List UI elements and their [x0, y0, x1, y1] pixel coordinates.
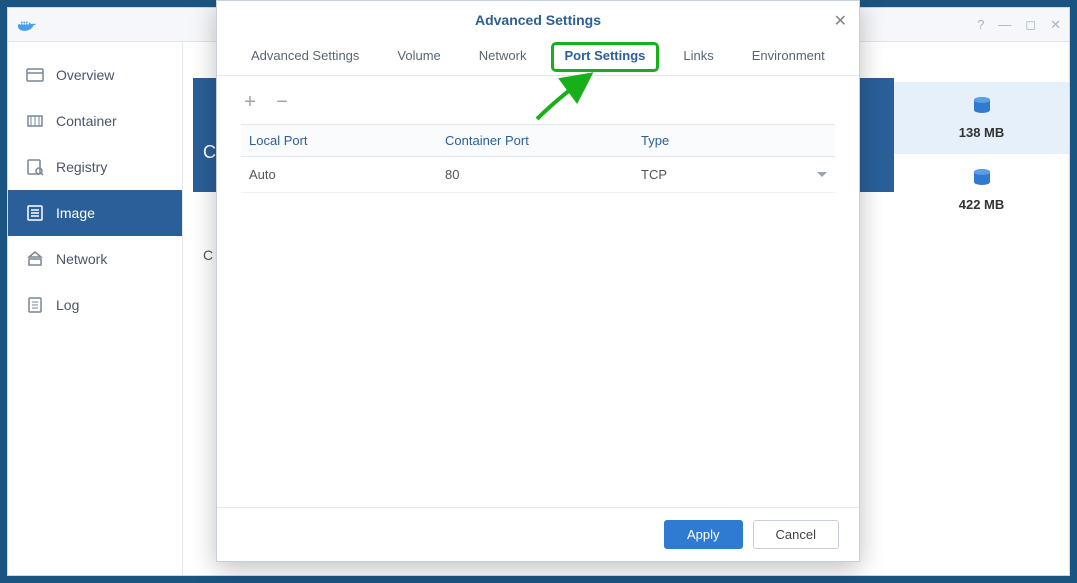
overview-icon: [26, 66, 44, 84]
dialog-footer: Apply Cancel: [217, 507, 859, 561]
tab-volume[interactable]: Volume: [379, 34, 458, 75]
sidebar-item-label: Image: [56, 205, 95, 221]
tab-links[interactable]: Links: [665, 34, 731, 75]
chevron-down-icon: [817, 172, 827, 177]
dialog-title: Advanced Settings ✕: [217, 1, 859, 34]
log-icon: [26, 296, 44, 314]
tab-environment[interactable]: Environment: [734, 34, 843, 75]
port-settings-table: Local Port Container Port Type Auto 80 T…: [241, 124, 835, 193]
maximize-button[interactable]: ◻: [1025, 17, 1036, 33]
sidebar-item-log[interactable]: Log: [8, 282, 182, 328]
close-icon[interactable]: ✕: [834, 11, 847, 31]
image-size-panel: 138 MB 422 MB: [894, 42, 1069, 575]
database-icon: [971, 168, 993, 191]
tab-network[interactable]: Network: [461, 34, 545, 75]
cancel-button[interactable]: Cancel: [753, 520, 839, 549]
registry-icon: [26, 158, 44, 176]
database-icon: [971, 96, 993, 119]
image-icon: [26, 204, 44, 222]
table-toolbar: + −: [241, 86, 835, 124]
sidebar-item-label: Container: [56, 113, 117, 129]
sidebar-item-label: Network: [56, 251, 107, 267]
sidebar-item-network[interactable]: Network: [8, 236, 182, 282]
column-header-local-port[interactable]: Local Port: [241, 125, 437, 157]
docker-whale-icon: [16, 15, 36, 35]
sidebar-item-image[interactable]: Image: [8, 190, 182, 236]
sidebar-item-label: Log: [56, 297, 79, 313]
close-window-button[interactable]: ✕: [1050, 17, 1061, 33]
sidebar: Overview Container Registry Image: [8, 42, 183, 575]
tab-port-settings[interactable]: Port Settings: [546, 34, 663, 75]
image-list-item[interactable]: 422 MB: [894, 154, 1069, 226]
help-button[interactable]: ?: [977, 17, 984, 32]
type-value: TCP: [641, 167, 667, 182]
dialog-body: + − Local Port Container Port Type Auto …: [217, 76, 859, 507]
column-header-type[interactable]: Type: [633, 125, 835, 157]
minimize-button[interactable]: —: [998, 17, 1011, 32]
sidebar-item-label: Registry: [56, 159, 107, 175]
container-port-cell[interactable]: 80: [437, 157, 633, 193]
apply-button[interactable]: Apply: [664, 520, 743, 549]
tab-advanced-settings[interactable]: Advanced Settings: [233, 34, 377, 75]
image-size-label: 138 MB: [959, 125, 1005, 140]
add-row-button[interactable]: +: [241, 92, 259, 112]
dialog-title-text: Advanced Settings: [475, 12, 601, 28]
window-controls: ? — ◻ ✕: [977, 17, 1061, 33]
image-size-label: 422 MB: [959, 197, 1005, 212]
table-row[interactable]: Auto 80 TCP: [241, 157, 835, 193]
column-header-container-port[interactable]: Container Port: [437, 125, 633, 157]
sidebar-item-container[interactable]: Container: [8, 98, 182, 144]
obscured-row-text: C: [203, 247, 213, 263]
sidebar-item-registry[interactable]: Registry: [8, 144, 182, 190]
image-list-item[interactable]: 138 MB: [894, 82, 1069, 154]
obscured-header-text: C: [203, 142, 216, 163]
sidebar-item-overview[interactable]: Overview: [8, 52, 182, 98]
sidebar-item-label: Overview: [56, 67, 114, 83]
network-icon: [26, 250, 44, 268]
dialog-tabs: Advanced Settings Volume Network Port Se…: [217, 34, 859, 76]
local-port-cell[interactable]: Auto: [241, 157, 437, 193]
container-icon: [26, 112, 44, 130]
remove-row-button[interactable]: −: [273, 92, 291, 112]
advanced-settings-dialog: Advanced Settings ✕ Advanced Settings Vo…: [216, 0, 860, 562]
type-cell[interactable]: TCP: [633, 157, 835, 193]
